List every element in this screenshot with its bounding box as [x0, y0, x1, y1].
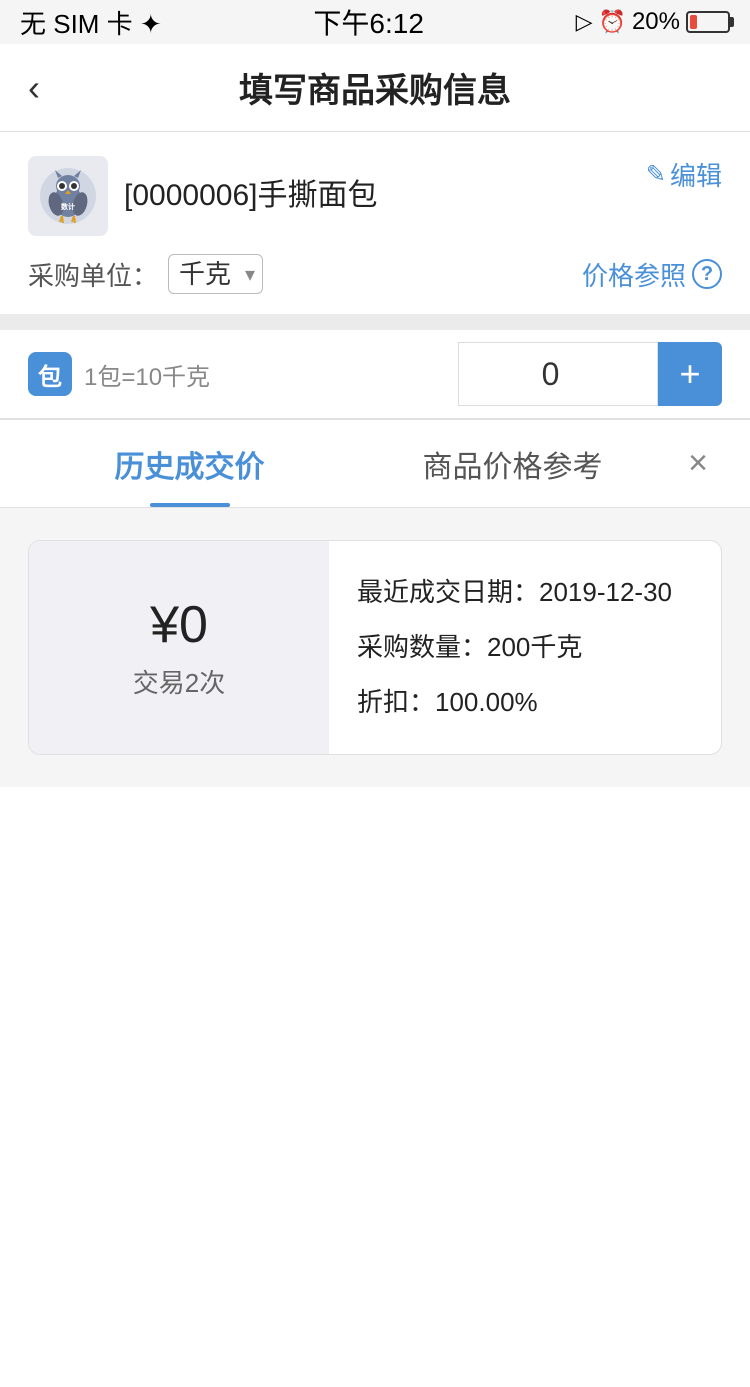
price-amount: ¥0 [150, 595, 208, 655]
status-left: 无 SIM 卡 ✦ [20, 4, 162, 41]
qty-plus-button[interactable]: + [658, 342, 722, 406]
back-button[interactable]: ‹ [28, 67, 40, 109]
alarm-icon: ⏰ [599, 9, 626, 35]
sim-indicator: 无 SIM 卡 ✦ [20, 4, 162, 41]
history-section: ¥0 交易2次 最近成交日期：2019-12-30 采购数量：200千克 折扣：… [0, 508, 750, 787]
product-left: 数计 [0000006]手撕面包 [28, 156, 377, 236]
discount-value: 100.00% [435, 687, 538, 717]
status-bar: 无 SIM 卡 ✦ 下午6:12 ▷ ⏰ 20% [0, 0, 750, 44]
status-right: ▷ ⏰ 20% [576, 8, 730, 36]
detail-date-row: 最近成交日期：2019-12-30 [357, 573, 693, 612]
tabs-bar: 历史成交价 商品价格参考 × [0, 420, 750, 508]
battery-pct: 20% [632, 8, 680, 36]
tab-price-ref-label: 商品价格参考 [423, 442, 603, 486]
unit-row: 采购单位： 千克 包 箱 ▾ [28, 254, 263, 294]
section-separator [0, 314, 750, 330]
close-tab-button[interactable]: × [674, 440, 722, 488]
edit-button[interactable]: ✎ 编辑 [646, 156, 722, 193]
battery-icon [686, 11, 730, 33]
price-card: ¥0 交易2次 最近成交日期：2019-12-30 采购数量：200千克 折扣：… [28, 540, 722, 755]
page-title: 填写商品采购信息 [239, 63, 511, 112]
tab-product-price-ref[interactable]: 商品价格参考 [351, 420, 674, 507]
price-card-left: ¥0 交易2次 [29, 541, 329, 754]
nav-bar: ‹ 填写商品采购信息 [0, 44, 750, 132]
unit-select[interactable]: 千克 包 箱 [168, 254, 263, 294]
qty-detail-value: 200千克 [487, 632, 582, 662]
edit-icon: ✎ [646, 160, 666, 189]
bottom-space [0, 787, 750, 1387]
detail-qty-row: 采购数量：200千克 [357, 628, 693, 667]
product-card: 数计 [0000006]手撕面包 ✎ 编辑 采购单位： 千克 包 箱 ▾ 价格参… [0, 132, 750, 314]
help-icon: ? [692, 259, 722, 289]
edit-label: 编辑 [670, 156, 722, 193]
product-logo: 数计 [38, 166, 98, 226]
detail-discount-row: 折扣：100.00% [357, 683, 693, 722]
tab-history-label: 历史成交价 [115, 442, 265, 486]
quantity-input[interactable] [458, 342, 658, 406]
product-thumbnail: 数计 [28, 156, 108, 236]
date-value: 2019-12-30 [539, 577, 672, 607]
date-label: 最近成交日期： [357, 577, 539, 607]
tab-history-price[interactable]: 历史成交价 [28, 420, 351, 507]
product-meta: 采购单位： 千克 包 箱 ▾ 价格参照 ? [28, 254, 722, 294]
quantity-row: 包 1包=10千克 + [0, 330, 750, 418]
price-ref-label: 价格参照 [582, 256, 686, 293]
price-ref-button[interactable]: 价格参照 ? [582, 256, 722, 293]
discount-label: 折扣： [357, 687, 435, 717]
svg-text:数计: 数计 [61, 202, 75, 211]
product-name: [0000006]手撕面包 [124, 175, 377, 217]
location-icon: ▷ [576, 9, 593, 35]
tab-active-indicator [150, 503, 230, 507]
qty-unit-box: 包 [28, 352, 72, 396]
unit-select-wrap[interactable]: 千克 包 箱 ▾ [168, 254, 263, 294]
price-card-right: 最近成交日期：2019-12-30 采购数量：200千克 折扣：100.00% [329, 541, 721, 754]
status-time: 下午6:12 [313, 2, 424, 42]
unit-label: 采购单位： [28, 256, 158, 293]
qty-input-group: + [458, 342, 722, 406]
product-header: 数计 [0000006]手撕面包 ✎ 编辑 [28, 156, 722, 236]
qty-detail-label: 采购数量： [357, 632, 487, 662]
qty-label-wrap: 包 1包=10千克 [28, 352, 210, 396]
qty-sub-label: 1包=10千克 [84, 357, 210, 392]
price-times: 交易2次 [133, 663, 225, 700]
